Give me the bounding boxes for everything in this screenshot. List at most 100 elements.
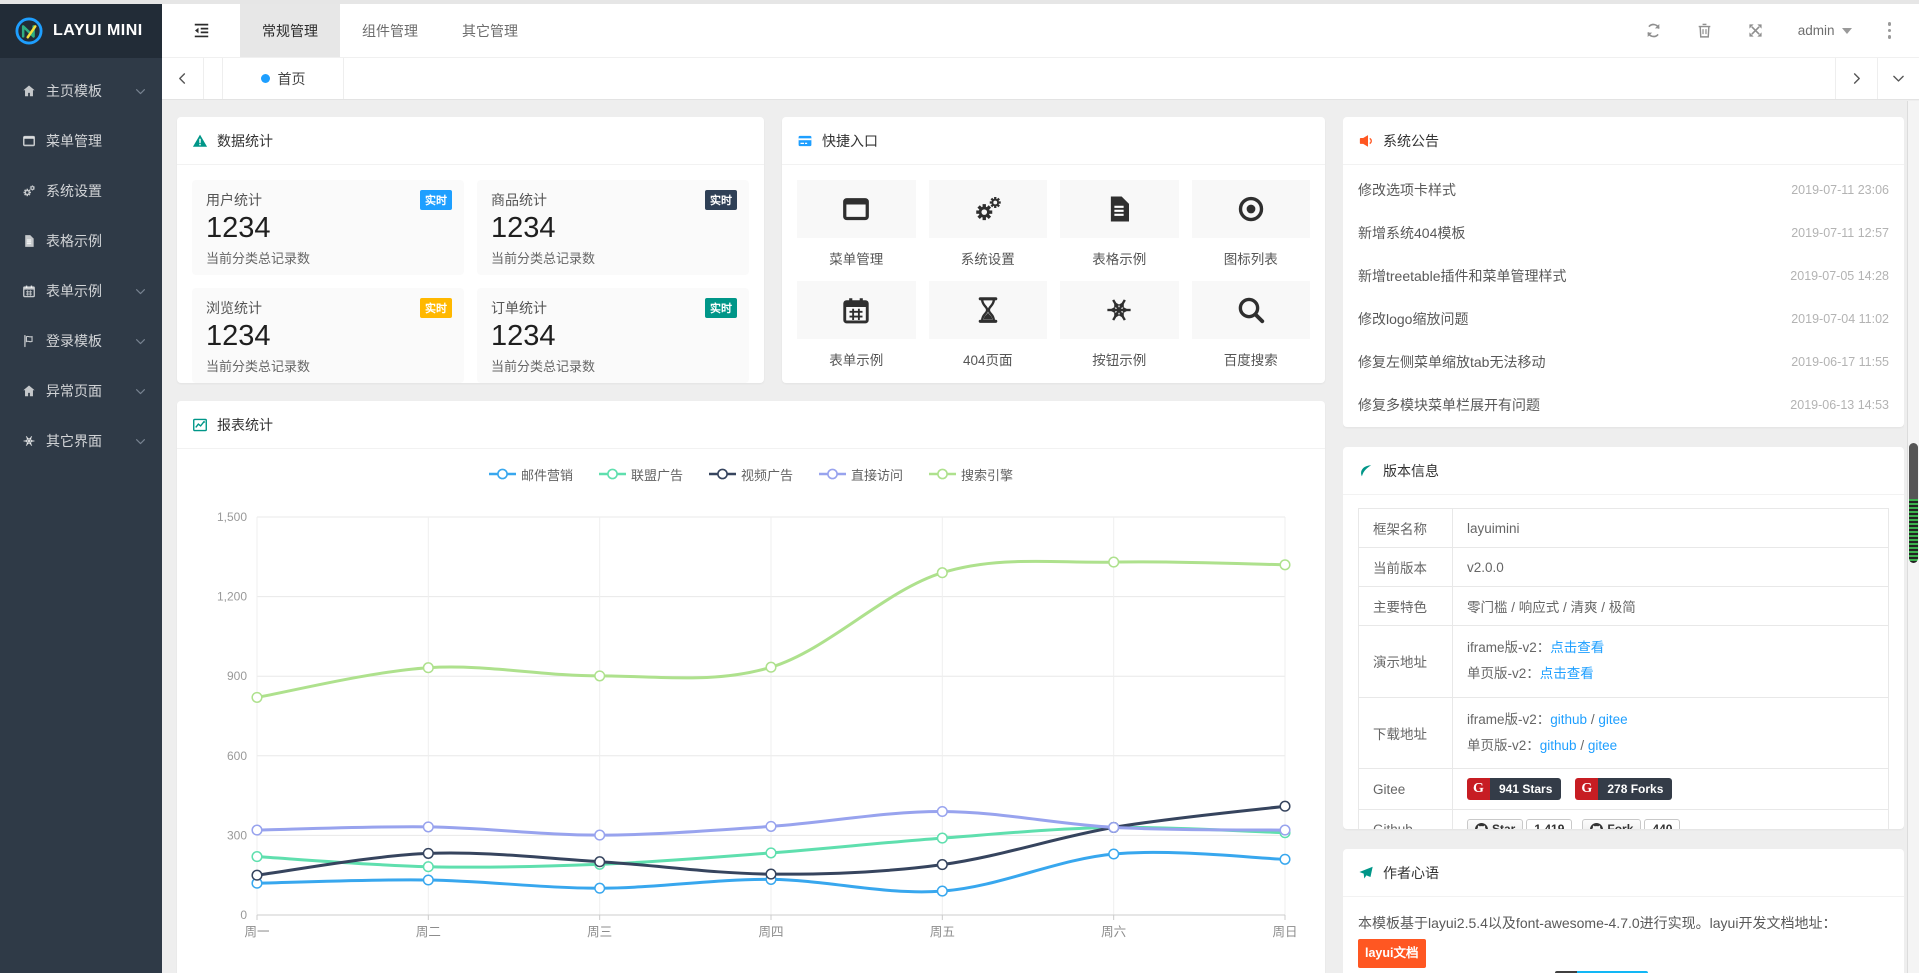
stat-caption: 当前分类总记录数 [491,356,735,375]
announcement-time: 2019-07-05 14:28 [1790,269,1889,283]
snowflake-icon [1104,295,1134,325]
more-menu-button[interactable] [1886,20,1894,41]
line-chart: 03006009001,2001,500周一周二周三周四周五周六周日 [177,487,1325,949]
sidebar-item-1[interactable]: 菜单管理 [0,116,162,166]
chart-legend: 邮件营销 联盟广告 视频广告 直接访问 搜索引擎 [177,461,1325,487]
fullscreen-button[interactable] [1747,22,1764,39]
announcement-text: 新增treetable插件和菜单管理样式 [1358,266,1566,286]
stat-value: 1234 [491,212,735,245]
header-module-tabs: 常规管理组件管理其它管理 [240,4,540,57]
announcement-item-0[interactable]: 修改选项卡样式2019-07-11 23:06 [1358,168,1889,211]
sidebar-item-0[interactable]: 主页模板 [0,66,162,116]
module-tab-2[interactable]: 其它管理 [440,4,540,57]
version-row-label: 下载地址 [1359,697,1453,769]
scrollbar-thumb[interactable] [1909,443,1918,563]
announcement-time: 2019-07-11 23:06 [1791,183,1889,197]
tabbar-dropdown-button[interactable] [1877,58,1919,99]
outdent-icon [192,21,211,40]
version-row-label: 当前版本 [1359,548,1453,587]
quick-entry-5[interactable]: 404页面 [929,281,1048,369]
module-tab-1[interactable]: 组件管理 [340,4,440,57]
sidebar-item-4[interactable]: 表单示例 [0,266,162,316]
quick-entry-2[interactable]: 表格示例 [1060,180,1179,268]
svg-text:周三: 周三 [587,925,612,939]
quick-entry-0[interactable]: 菜单管理 [797,180,916,268]
announcement-item-5[interactable]: 修复多模块菜单栏展开有问题2019-06-13 14:53 [1358,383,1889,426]
chevron-down-icon [1842,28,1852,34]
announcement-item-2[interactable]: 新增treetable插件和菜单管理样式 2019-07-05 14:28 [1358,254,1889,297]
version-card: 版本信息 框架名称layuimini当前版本v2.0.0主要特色零门槛 / 响应… [1343,447,1904,829]
stat-value: 1234 [491,320,735,353]
snowflake-icon [20,434,37,448]
sidebar-item-6[interactable]: 异常页面 [0,366,162,416]
legend-marker [489,467,516,481]
gitee-badge[interactable]: G941 Stars [1467,778,1561,800]
legend-item-0[interactable]: 邮件营销 [489,465,573,484]
chevron-left-icon [176,72,189,85]
user-menu[interactable]: admin [1798,23,1852,38]
quick-entry-7[interactable]: 百度搜索 [1192,281,1311,369]
chart-line-icon [192,417,208,433]
quick-entry-1[interactable]: 系统设置 [929,180,1048,268]
legend-label: 邮件营销 [521,465,573,484]
github-badge[interactable]: Fork440 [1582,819,1680,829]
announcement-item-4[interactable]: 修复左侧菜单缩放tab无法移动2019-06-17 11:55 [1358,340,1889,383]
link-gitee[interactable]: gitee [1598,712,1627,727]
legend-item-2[interactable]: 视频广告 [709,465,793,484]
link-gitee[interactable]: gitee [1588,738,1617,753]
link-github[interactable]: github [1540,738,1577,753]
sidebar: LAYUI MINI 主页模板菜单管理系统设置表格示例表单示例登录模板异常页面其… [0,4,162,973]
stat-label: 订单统计 [491,298,735,318]
link-点击查看[interactable]: 点击查看 [1550,640,1604,655]
sidebar-item-5[interactable]: 登录模板 [0,316,162,366]
version-table: 框架名称layuimini当前版本v2.0.0主要特色零门槛 / 响应式 / 清… [1358,508,1889,829]
logo[interactable]: LAYUI MINI [0,4,162,58]
sidebar-item-3[interactable]: 表格示例 [0,216,162,266]
link-github[interactable]: github [1550,712,1587,727]
layui-doc-badge[interactable]: layui文档 [1358,939,1426,967]
gitee-icon: G [1575,778,1598,800]
card-icon [797,133,813,149]
content-scrollbar[interactable] [1907,101,1919,973]
stat-label: 浏览统计 [206,298,450,318]
github-badge[interactable]: Star1,419 [1467,819,1572,829]
legend-item-4[interactable]: 搜索引擎 [929,465,1013,484]
sidebar-collapse-button[interactable] [162,4,240,57]
chevron-right-icon [1850,72,1863,85]
announcement-item-3[interactable]: 修改logo缩放问题2019-07-04 11:02 [1358,297,1889,340]
svg-text:600: 600 [227,749,247,763]
tab-home[interactable]: 首页 [222,58,344,99]
calendar-icon [20,284,37,298]
quick-entry-card: 快捷入口 菜单管理系统设置表格示例图标列表表单示例404页面按钮示例百度搜索 [782,117,1325,383]
tabbar-scroll-left-button[interactable] [162,58,204,99]
quick-entry-6[interactable]: 按钮示例 [1060,281,1179,369]
svg-text:1,500: 1,500 [217,510,247,524]
tab-home-label: 首页 [278,69,306,89]
quick-entry-3[interactable]: 图标列表 [1192,180,1311,268]
announcement-item-1[interactable]: 新增系统404模板2019-07-11 12:57 [1358,211,1889,254]
legend-label: 直接访问 [851,465,903,484]
quick-entry-4[interactable]: 表单示例 [797,281,916,369]
svg-text:300: 300 [227,828,247,842]
gitee-badge[interactable]: G278 Forks [1575,778,1672,800]
legend-label: 搜索引擎 [961,465,1013,484]
legend-item-1[interactable]: 联盟广告 [599,465,683,484]
author-intro-text: 本模板基于layui2.5.4以及font-awesome-4.7.0进行实现。… [1358,915,1836,931]
file-icon [20,234,37,248]
module-tab-0[interactable]: 常规管理 [240,4,340,57]
version-row-1: 当前版本 v2.0.0 [1359,548,1889,587]
version-value: v2.0.0 [1467,560,1504,575]
sidebar-item-2[interactable]: 系统设置 [0,166,162,216]
refresh-button[interactable] [1645,22,1662,39]
stat-caption: 当前分类总记录数 [491,248,735,267]
link-点击查看[interactable]: 点击查看 [1540,666,1594,681]
legend-item-3[interactable]: 直接访问 [819,465,903,484]
tabbar-scroll-right-button[interactable] [1835,58,1877,99]
sidebar-item-label: 表格示例 [46,231,146,251]
announcements-card: 系统公告 修改选项卡样式2019-07-11 23:06新增系统404模板201… [1343,117,1904,427]
github-icon [1590,823,1603,829]
sidebar-item-7[interactable]: 其它界面 [0,416,162,466]
legend-marker [599,467,626,481]
clear-cache-button[interactable] [1696,22,1713,39]
legend-marker [709,467,736,481]
